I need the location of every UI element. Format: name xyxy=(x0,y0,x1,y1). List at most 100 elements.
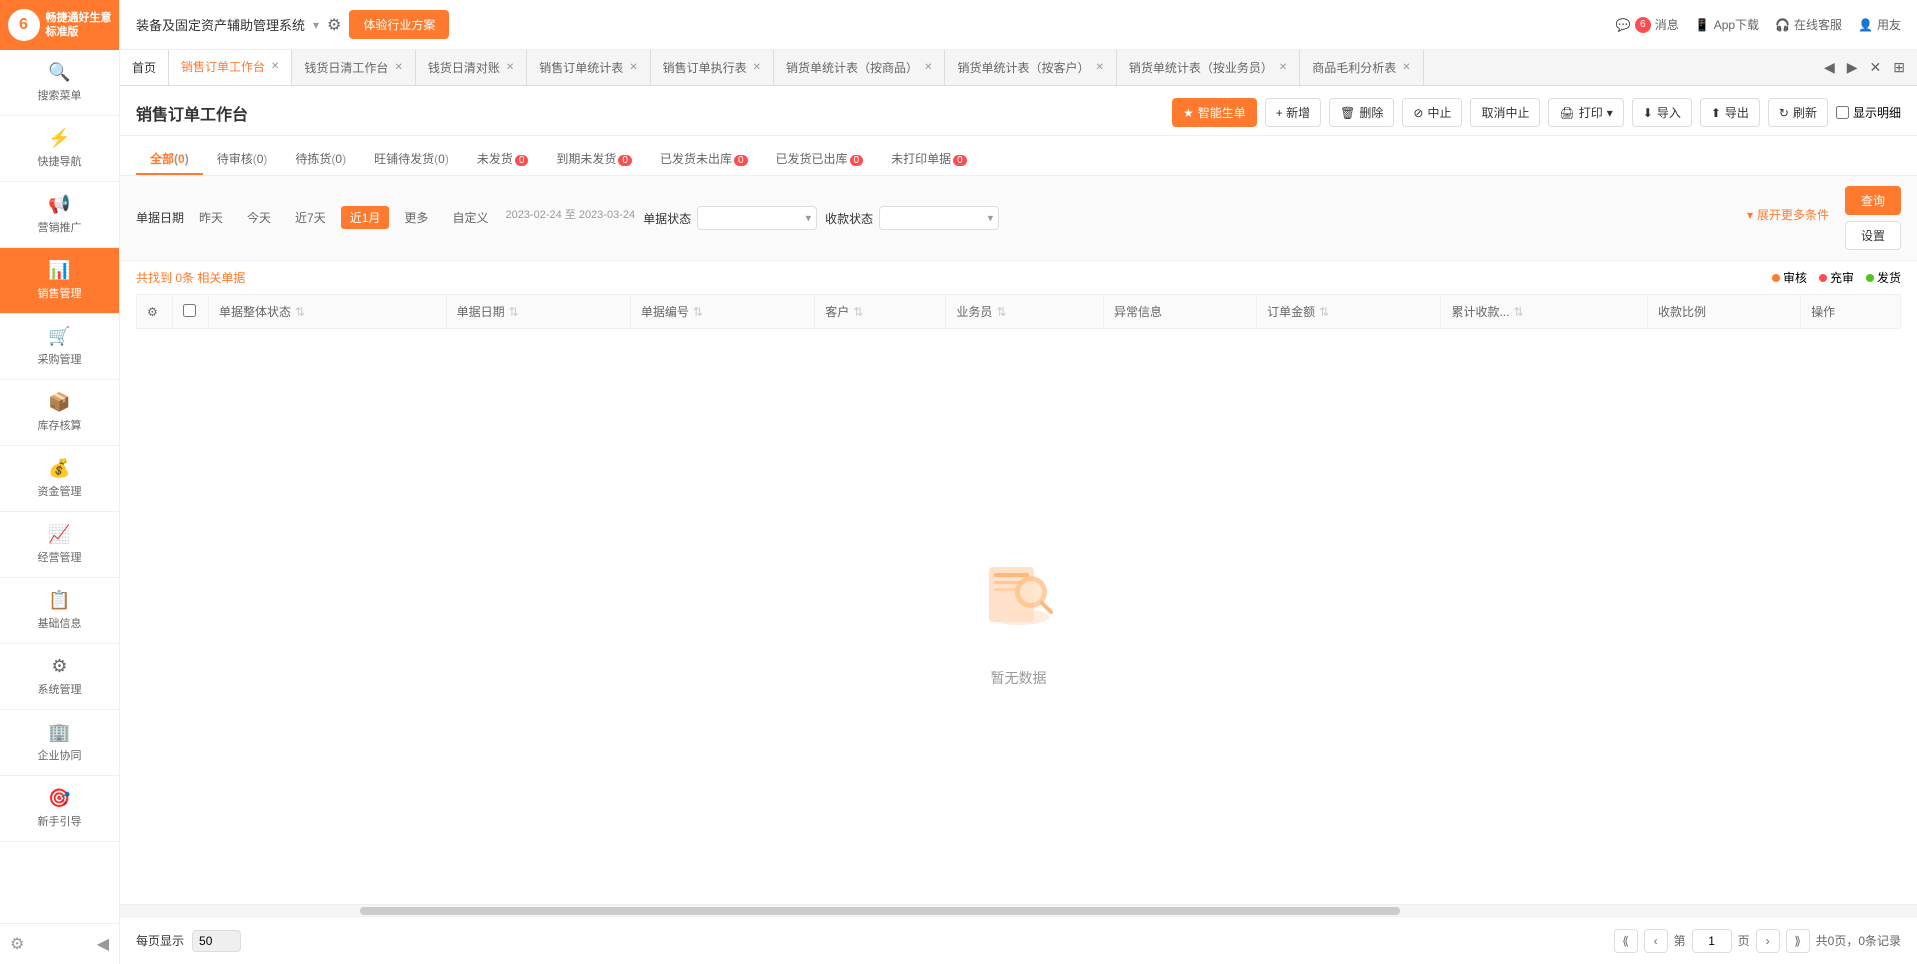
date-btn-custom[interactable]: 自定义 xyxy=(443,206,497,229)
tab-sales-stats-staff[interactable]: 销货单统计表（按业务员） ✕ xyxy=(1117,50,1300,86)
sidebar-item-search[interactable]: 🔍 搜索菜单 xyxy=(0,50,119,116)
payment-select[interactable] xyxy=(879,206,999,230)
tab-close-stats-customer[interactable]: ✕ xyxy=(1095,62,1103,73)
sub-tab-pending-inspection[interactable]: 待拣货(0) xyxy=(281,144,360,175)
tab-next-button[interactable]: ▶ xyxy=(1843,57,1862,78)
show-detail-checkbox[interactable] xyxy=(1836,106,1849,119)
col-checkbox[interactable] xyxy=(173,295,209,329)
sidebar-item-enterprise[interactable]: 🏢 企业协同 xyxy=(0,710,119,776)
tab-close-cash-reconcile[interactable]: ✕ xyxy=(506,62,514,73)
message-button[interactable]: 💬 6 消息 xyxy=(1616,16,1679,33)
tab-maximize-button[interactable]: ⊞ xyxy=(1889,57,1909,78)
sort-status-icon[interactable]: ⇅ xyxy=(295,305,305,319)
tab-cash-daily[interactable]: 钱货日清工作台 ✕ xyxy=(292,50,415,86)
user-menu[interactable]: 👤 用友 xyxy=(1858,16,1901,33)
status-select[interactable] xyxy=(697,206,817,230)
sub-tab-all[interactable]: 全部(0) xyxy=(136,144,203,175)
sort-collected-icon[interactable]: ⇅ xyxy=(1513,305,1523,319)
sort-amount-icon[interactable]: ⇅ xyxy=(1319,305,1329,319)
sort-number-icon[interactable]: ⇅ xyxy=(693,305,703,319)
date-btn-more[interactable]: 更多 xyxy=(395,206,437,229)
tab-close-sales-order[interactable]: ✕ xyxy=(271,61,279,72)
tab-sales-stats-product[interactable]: 销货单统计表（按商品） ✕ xyxy=(774,50,945,86)
col-customer: 客户⇅ xyxy=(815,295,946,329)
sidebar-item-system[interactable]: ⚙ 系统管理 xyxy=(0,644,119,710)
green-dot xyxy=(1866,274,1874,282)
dropdown-arrow-icon[interactable]: ▾ xyxy=(313,18,319,32)
first-page-button[interactable]: ⟪ xyxy=(1614,929,1638,953)
tab-cash-reconcile[interactable]: 钱货日清对账 ✕ xyxy=(416,50,527,86)
date-btn-today[interactable]: 今天 xyxy=(238,206,280,229)
building-icon: 🏢 xyxy=(48,722,70,743)
collapse-button[interactable]: ◀ xyxy=(97,934,109,954)
scrollbar-thumb[interactable] xyxy=(360,907,1400,915)
sidebar-item-finance[interactable]: 💰 资金管理 xyxy=(0,446,119,512)
tab-sales-order-workbench[interactable]: 销售订单工作台 ✕ xyxy=(169,50,292,86)
sort-customer-icon[interactable]: ⇅ xyxy=(853,305,863,319)
set-button[interactable]: 设置 xyxy=(1845,221,1901,250)
sidebar-item-quick-nav[interactable]: ⚡ 快捷导航 xyxy=(0,116,119,182)
sub-tab-expired-not-shipped[interactable]: 到期未发货0 xyxy=(542,144,646,175)
tab-sales-order-exec[interactable]: 销售订单执行表 ✕ xyxy=(651,50,774,86)
show-detail-toggle[interactable]: 显示明细 xyxy=(1836,104,1901,121)
settings-button[interactable]: ⚙ xyxy=(10,934,24,954)
sidebar-item-basic-info[interactable]: 📋 基础信息 xyxy=(0,578,119,644)
page-number-input[interactable] xyxy=(1692,929,1732,953)
cancel-stop-button[interactable]: 取消中止 xyxy=(1470,98,1540,127)
expand-filter-button[interactable]: ▾ 展开更多条件 xyxy=(1747,206,1829,223)
next-page-button[interactable]: › xyxy=(1756,929,1780,953)
tab-sales-order-stats[interactable]: 销售订单统计表 ✕ xyxy=(527,50,650,86)
sub-tab-not-shipped[interactable]: 未发货0 xyxy=(463,144,543,175)
sub-tab-pending-review[interactable]: 待审核(0) xyxy=(203,144,282,175)
delete-button[interactable]: 🗑 删除 xyxy=(1329,98,1394,127)
add-button[interactable]: + 新增 xyxy=(1265,98,1321,127)
refresh-button[interactable]: ↻ 刷新 xyxy=(1768,98,1828,127)
sidebar-item-purchase[interactable]: 🛒 采购管理 xyxy=(0,314,119,380)
print-dropdown-icon[interactable]: ▾ xyxy=(1607,106,1613,120)
tab-sales-stats-customer[interactable]: 销货单统计表（按客户） ✕ xyxy=(945,50,1116,86)
sidebar-item-guide[interactable]: 🎯 新手引导 xyxy=(0,776,119,842)
tab-home[interactable]: 首页 xyxy=(120,50,169,86)
topbar-settings-icon[interactable]: ⚙ xyxy=(327,15,341,35)
tab-close-sales-stats[interactable]: ✕ xyxy=(629,62,637,73)
sidebar-item-operations[interactable]: 📈 经营管理 xyxy=(0,512,119,578)
date-btn-1month[interactable]: 近1月 xyxy=(341,206,390,229)
tab-close-stats-product[interactable]: ✕ xyxy=(924,62,932,73)
sidebar-item-marketing[interactable]: 📢 营销推广 xyxy=(0,182,119,248)
solution-button[interactable]: 体验行业方案 xyxy=(349,10,449,39)
box-icon: 📦 xyxy=(48,392,70,413)
sub-tab-shipped-not-out[interactable]: 已发货未出库0 xyxy=(646,144,762,175)
sort-staff-icon[interactable]: ⇅ xyxy=(996,305,1006,319)
stop-button[interactable]: ⊘ 中止 xyxy=(1402,98,1462,127)
query-button[interactable]: 查询 xyxy=(1845,186,1901,215)
prev-page-button[interactable]: ‹ xyxy=(1644,929,1668,953)
gear-icon: ⚙ xyxy=(51,656,67,677)
smart-create-button[interactable]: ★ 智能生单 xyxy=(1172,98,1257,127)
tab-close-all-button[interactable]: ✕ xyxy=(1866,57,1886,78)
sub-tab-not-printed[interactable]: 未打印单据0 xyxy=(877,144,981,175)
sidebar-item-inventory[interactable]: 📦 库存核算 xyxy=(0,380,119,446)
select-all-checkbox[interactable] xyxy=(183,304,196,317)
page-size-select[interactable]: 50 100 xyxy=(192,930,241,952)
tab-product-margin[interactable]: 商品毛利分析表 ✕ xyxy=(1300,50,1423,86)
sub-tab-shipped-out[interactable]: 已发货已出库0 xyxy=(762,144,878,175)
horizontal-scrollbar[interactable] xyxy=(120,904,1917,916)
tab-close-cash-daily[interactable]: ✕ xyxy=(394,62,402,73)
sub-tab-wangpu[interactable]: 旺铺待发货(0) xyxy=(360,144,463,175)
app-download-button[interactable]: 📱 App下载 xyxy=(1695,16,1759,33)
print-button[interactable]: 🖨 打印 ▾ xyxy=(1548,98,1623,127)
tab-close-margin[interactable]: ✕ xyxy=(1402,62,1410,73)
export-button[interactable]: ⬆ 导出 xyxy=(1700,98,1760,127)
import-button[interactable]: ⬇ 导入 xyxy=(1632,98,1692,127)
last-page-button[interactable]: ⟫ xyxy=(1786,929,1810,953)
online-service-button[interactable]: 🎧 在线客服 xyxy=(1775,16,1842,33)
search-icon: 🔍 xyxy=(48,62,70,83)
col-settings[interactable]: ⚙ xyxy=(137,295,173,329)
sidebar-item-sales[interactable]: 📊 销售管理 xyxy=(0,248,119,314)
tab-prev-button[interactable]: ◀ xyxy=(1820,57,1839,78)
date-btn-yesterday[interactable]: 昨天 xyxy=(190,206,232,229)
tab-close-stats-staff[interactable]: ✕ xyxy=(1279,62,1287,73)
sort-date-icon[interactable]: ⇅ xyxy=(509,305,519,319)
date-btn-7days[interactable]: 近7天 xyxy=(286,206,335,229)
tab-close-sales-exec[interactable]: ✕ xyxy=(753,62,761,73)
